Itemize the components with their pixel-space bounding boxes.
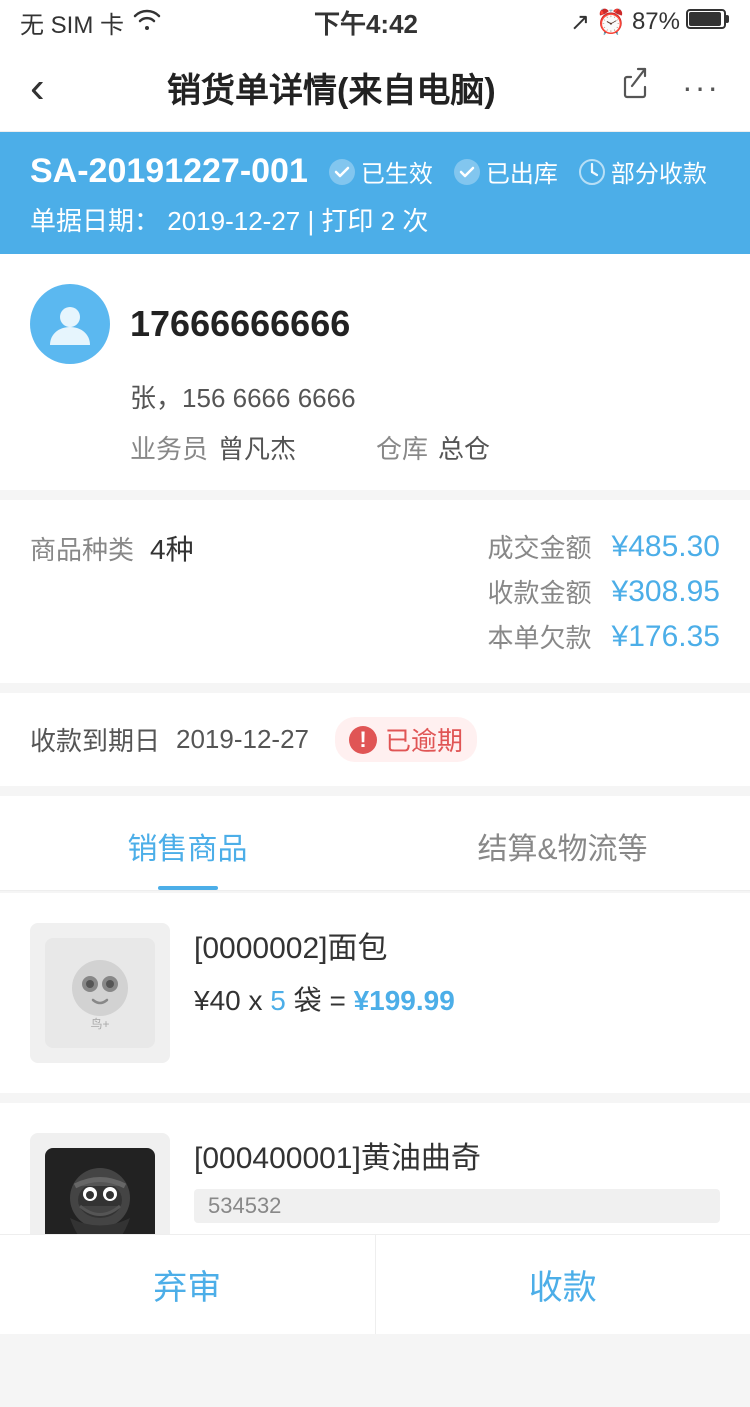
product-price-1: ¥40 x 5 袋 = ¥199.99 <box>194 979 720 1019</box>
product-tag-2: 534532 <box>194 1189 720 1223</box>
due-section: 收款到期日 2019-12-27 ! 已逾期 <box>0 693 750 796</box>
wifi-icon <box>132 8 162 37</box>
svg-text:鸟+: 鸟+ <box>90 1016 109 1031</box>
status-left: 无 SIM 卡 <box>20 5 162 40</box>
page-title: 销货单详情(来自电脑) <box>167 63 496 112</box>
tab-sales-products[interactable]: 销售商品 <box>0 796 375 890</box>
customer-meta: 业务员 曾凡杰 仓库 总仓 <box>30 429 720 466</box>
overdue-text: 已逾期 <box>385 721 463 758</box>
nav-actions: ··· <box>618 66 720 110</box>
product-image-1: 鸟+ <box>30 923 170 1063</box>
category-info: 商品种类 4种 <box>30 528 194 568</box>
overdue-badge: ! 已逾期 <box>335 717 477 762</box>
avatar <box>30 284 110 364</box>
abandon-review-button[interactable]: 弃审 <box>0 1235 376 1334</box>
customer-sub: 张，156 6666 6666 <box>30 378 720 415</box>
header-band: SA-20191227-001 已生效 已出库 <box>0 132 750 254</box>
due-date: 2019-12-27 <box>176 724 309 755</box>
customer-section: 17666666666 张，156 6666 6666 业务员 曾凡杰 仓库 总… <box>0 254 750 500</box>
more-icon[interactable]: ··· <box>682 69 720 106</box>
product-name-1: [0000002]面包 <box>194 923 720 967</box>
share-icon[interactable] <box>618 66 652 110</box>
status-shipped: 已出库 <box>453 154 558 189</box>
header-band-top: SA-20191227-001 已生效 已出库 <box>30 152 720 191</box>
no-sim-text: 无 SIM 卡 <box>20 5 124 40</box>
nav-bar: ‹ 销货单详情(来自电脑) ··· <box>0 44 750 132</box>
warehouse-info: 仓库 总仓 <box>376 429 490 466</box>
battery-icon <box>686 8 730 37</box>
due-label: 收款到期日 <box>30 721 160 758</box>
tabs: 销售商品 结算&物流等 <box>0 796 750 891</box>
salesman-info: 业务员 曾凡杰 <box>130 429 296 466</box>
header-band-sub: 单据日期： 2019-12-27 | 打印 2 次 <box>30 201 720 238</box>
status-right: ↗ ⏰ 87% <box>570 8 730 37</box>
customer-row: 17666666666 <box>30 284 720 364</box>
back-button[interactable]: ‹ <box>30 63 45 113</box>
status-time: 下午4:42 <box>314 4 418 41</box>
product-info-1: [0000002]面包 ¥40 x 5 袋 = ¥199.99 <box>194 923 720 1019</box>
customer-phone: 17666666666 <box>130 303 350 345</box>
product-name-2: [000400001]黄油曲奇 <box>194 1133 720 1177</box>
bottom-bar: 弃审 收款 <box>0 1234 750 1334</box>
summary-section: 商品种类 4种 成交金额 ¥485.30 收款金额 ¥308.95 本单欠款 ¥… <box>0 500 750 693</box>
location-icon: ↗ <box>570 8 590 37</box>
order-id: SA-20191227-001 <box>30 152 308 191</box>
status-bar: 无 SIM 卡 下午4:42 ↗ ⏰ 87% <box>0 0 750 44</box>
battery-text: 87% <box>632 8 680 36</box>
tab-settlement[interactable]: 结算&物流等 <box>375 796 750 890</box>
trade-amount-row: 成交金额 ¥485.30 <box>488 528 720 565</box>
status-effective: 已生效 <box>328 154 433 189</box>
amount-info: 成交金额 ¥485.30 收款金额 ¥308.95 本单欠款 ¥176.35 <box>488 528 720 655</box>
alarm-icon: ⏰ <box>596 8 626 37</box>
status-partial: 部分收款 <box>578 154 707 189</box>
overdue-icon: ! <box>349 726 377 754</box>
collect-payment-button[interactable]: 收款 <box>376 1235 750 1334</box>
arrears-amount-row: 本单欠款 ¥176.35 <box>488 618 720 655</box>
received-amount-row: 收款金额 ¥308.95 <box>488 573 720 610</box>
product-item: 鸟+ [0000002]面包 ¥40 x 5 袋 = ¥199.99 <box>0 893 750 1093</box>
